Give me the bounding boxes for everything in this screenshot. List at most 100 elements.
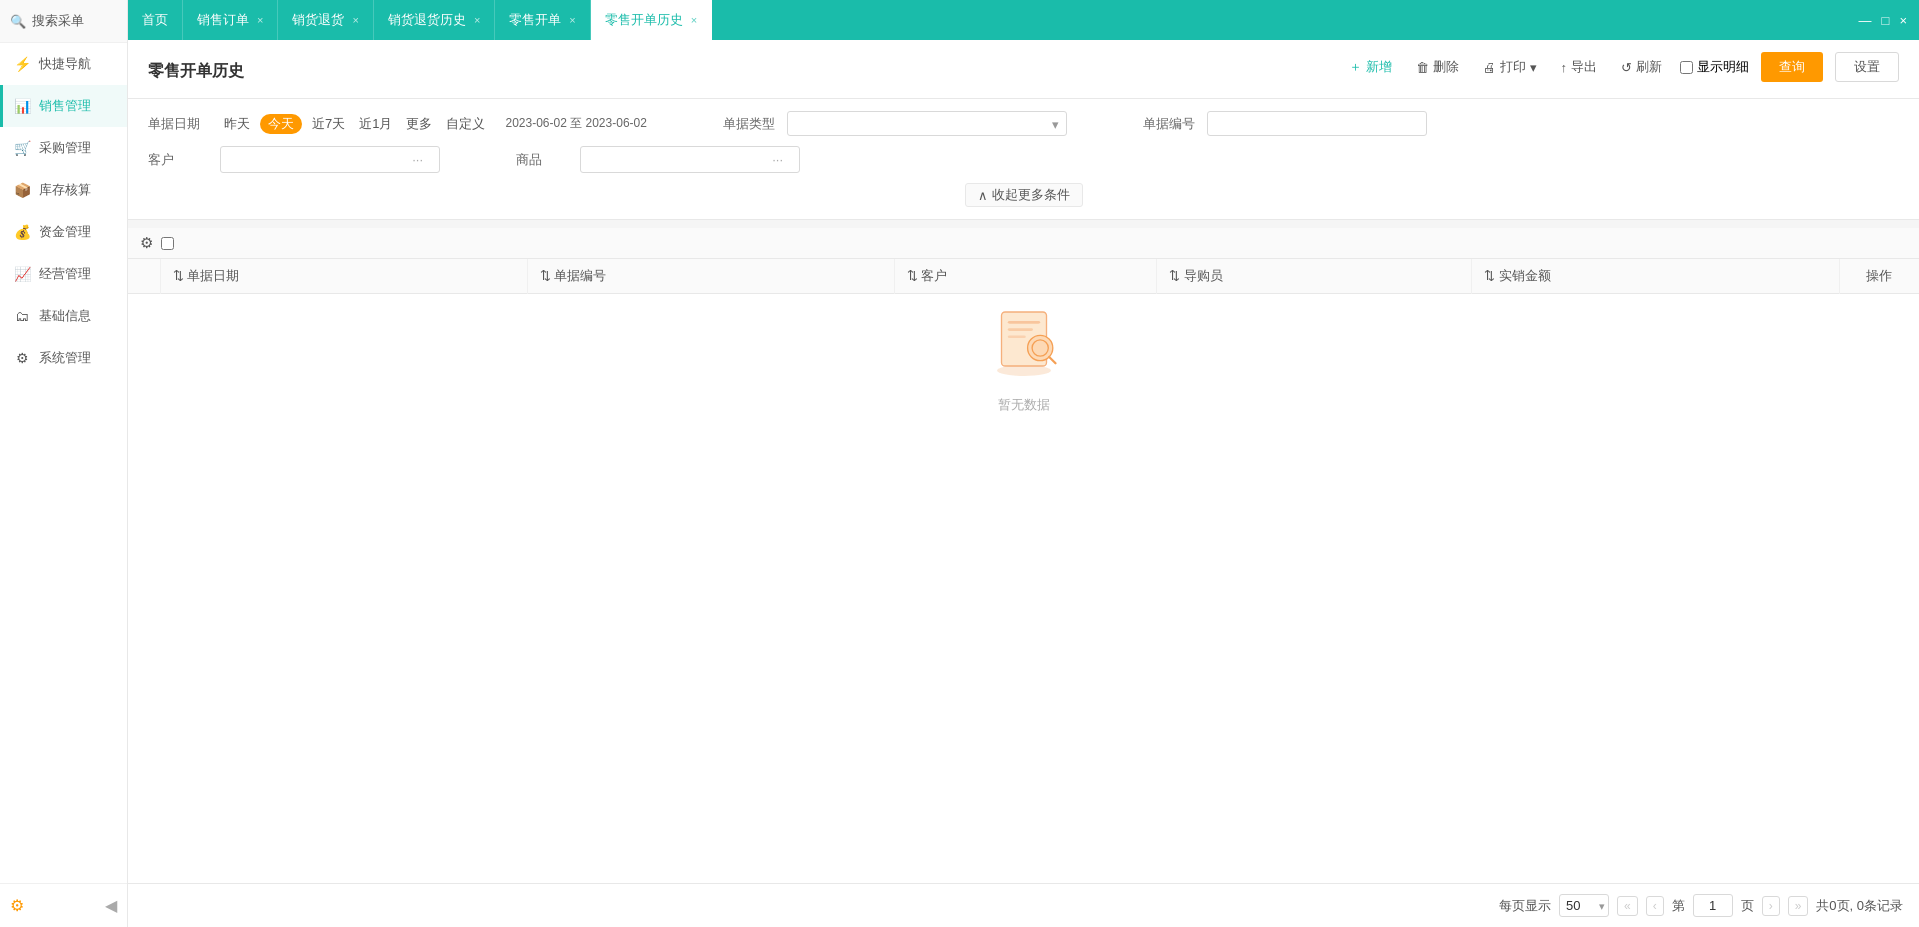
sidebar-bottom: ⚙ ◀ — [0, 883, 127, 927]
sidebar-item-purchase-mgmt[interactable]: 🛒 采购管理 — [0, 127, 127, 169]
tab-retail-open-history-label: 零售开单历史 — [605, 11, 683, 29]
date-opt-last7[interactable]: 近7天 — [308, 113, 349, 135]
print-icon: 🖨 — [1483, 60, 1496, 75]
date-opt-today[interactable]: 今天 — [260, 114, 302, 134]
th-amount[interactable]: ⇅ 实销金额 — [1472, 259, 1839, 294]
delete-label: 删除 — [1433, 58, 1459, 76]
query-button[interactable]: 查询 — [1761, 52, 1823, 82]
print-button[interactable]: 🖨 打印 ▾ — [1477, 54, 1543, 80]
filter-collapse-row: ∧ 收起更多条件 — [148, 183, 1899, 207]
sidebar-item-sales-mgmt[interactable]: 📊 销售管理 — [0, 85, 127, 127]
sidebar-item-inventory[interactable]: 📦 库存核算 — [0, 169, 127, 211]
sidebar-collapse-button[interactable]: ◀ — [105, 896, 117, 915]
sidebar-item-label: 快捷导航 — [39, 55, 91, 73]
first-page-button[interactable]: « — [1617, 896, 1638, 916]
tab-retail-open-close[interactable]: × — [569, 14, 575, 26]
window-min-button[interactable]: — — [1859, 13, 1872, 28]
th-guide[interactable]: ⇅ 导购员 — [1157, 259, 1472, 294]
select-all-checkbox[interactable] — [161, 237, 174, 250]
delete-button[interactable]: 🗑 删除 — [1410, 54, 1465, 80]
type-filter-group: 单据类型 — [723, 111, 1067, 136]
th-customer-label: ⇅ 客户 — [907, 267, 948, 285]
last-page-button[interactable]: » — [1788, 896, 1809, 916]
tab-retail-open-history[interactable]: 零售开单历史 × — [591, 0, 712, 40]
number-filter-label: 单据编号 — [1143, 115, 1199, 133]
sidebar-search-label: 搜索采单 — [32, 12, 84, 30]
sidebar-item-label: 资金管理 — [39, 223, 91, 241]
pagination: 每页显示 50 10 20 100 « ‹ 第 页 › » 共0页, 0条记录 — [128, 883, 1919, 927]
date-opt-custom[interactable]: 自定义 — [442, 113, 489, 135]
th-amount-label: ⇅ 实销金额 — [1484, 267, 1551, 285]
prev-page-button[interactable]: ‹ — [1646, 896, 1664, 916]
page-input[interactable] — [1693, 894, 1733, 917]
sidebar: 🔍 搜索采单 ⚡ 快捷导航 📊 销售管理 🛒 采购管理 📦 库存核算 💰 资金管… — [0, 0, 128, 927]
next-page-button[interactable]: › — [1762, 896, 1780, 916]
display-detail-checkbox[interactable] — [1680, 61, 1693, 74]
number-filter-group: 单据编号 — [1143, 111, 1427, 136]
sidebar-settings-button[interactable]: ⚙ — [10, 896, 24, 915]
tab-sales-order[interactable]: 销售订单 × — [183, 0, 278, 40]
collapse-icon: ∧ — [978, 188, 988, 203]
th-number[interactable]: ⇅ 单据编号 — [527, 259, 894, 294]
window-close-button[interactable]: × — [1899, 13, 1907, 28]
goods-ellipsis-button[interactable]: ··· — [764, 149, 791, 170]
per-page-select[interactable]: 50 10 20 100 — [1559, 894, 1609, 917]
customer-filter-input[interactable] — [229, 150, 400, 169]
tab-sales-return-history-close[interactable]: × — [474, 14, 480, 26]
th-guide-label: ⇅ 导购员 — [1169, 267, 1223, 285]
page-title: 零售开单历史 — [148, 61, 244, 82]
th-number-label: ⇅ 单据编号 — [540, 267, 607, 285]
number-filter-input[interactable] — [1207, 111, 1427, 136]
sidebar-item-label: 采购管理 — [39, 139, 91, 157]
export-button[interactable]: ↑ 导出 — [1555, 54, 1604, 80]
th-customer[interactable]: ⇅ 客户 — [894, 259, 1157, 294]
total-info: 共0页, 0条记录 — [1816, 897, 1903, 915]
tab-retail-open-history-close[interactable]: × — [691, 14, 697, 26]
settings-button[interactable]: 设置 — [1835, 52, 1899, 82]
table-column-settings-icon[interactable]: ⚙ — [140, 234, 153, 252]
finance-icon: 💰 — [13, 224, 31, 240]
tab-home[interactable]: 首页 — [128, 0, 183, 40]
th-date[interactable]: ⇅ 单据日期 — [160, 259, 527, 294]
tab-sales-return-close[interactable]: × — [352, 14, 358, 26]
refresh-button[interactable]: ↺ 刷新 — [1615, 54, 1668, 80]
operations-icon: 📈 — [13, 266, 31, 282]
tab-sales-order-close[interactable]: × — [257, 14, 263, 26]
goods-filter-input[interactable] — [589, 150, 760, 169]
add-button[interactable]: ＋ 新增 — [1343, 54, 1398, 80]
collapse-button[interactable]: ∧ 收起更多条件 — [965, 183, 1083, 207]
sidebar-item-quick-nav[interactable]: ⚡ 快捷导航 — [0, 43, 127, 85]
tab-home-label: 首页 — [142, 11, 168, 29]
svg-line-7 — [1049, 357, 1055, 363]
tab-sales-return-history[interactable]: 销货退货历史 × — [374, 0, 495, 40]
customer-ellipsis-button[interactable]: ··· — [404, 149, 431, 170]
system-icon: ⚙ — [13, 350, 31, 366]
page-suffix-label: 页 — [1741, 897, 1754, 915]
date-opt-yesterday[interactable]: 昨天 — [220, 113, 254, 135]
sidebar-item-system[interactable]: ⚙ 系统管理 — [0, 337, 127, 379]
table-toolbar: ⚙ — [128, 228, 1919, 259]
sidebar-item-label: 库存核算 — [39, 181, 91, 199]
data-table: ⇅ 单据日期 ⇅ 单据编号 ⇅ 客户 — [128, 259, 1919, 294]
per-page-label: 每页显示 — [1499, 897, 1551, 915]
svg-point-0 — [997, 365, 1051, 376]
content-area: 零售开单历史 ＋ 新增 🗑 删除 🖨 打印 ▾ — [128, 40, 1919, 927]
sidebar-item-basic-info[interactable]: 🗂 基础信息 — [0, 295, 127, 337]
export-icon: ↑ — [1561, 60, 1568, 75]
type-select[interactable] — [787, 111, 1067, 136]
window-max-button[interactable]: □ — [1882, 13, 1890, 28]
date-opt-more[interactable]: 更多 — [402, 113, 436, 135]
sidebar-item-finance[interactable]: 💰 资金管理 — [0, 211, 127, 253]
sidebar-item-label: 系统管理 — [39, 349, 91, 367]
svg-rect-4 — [1007, 335, 1025, 338]
table-area: ⚙ ⇅ 单据日期 — [128, 228, 1919, 927]
sidebar-search[interactable]: 🔍 搜索采单 — [0, 0, 127, 43]
tab-sales-return[interactable]: 销货退货 × — [278, 0, 373, 40]
date-opt-last1month[interactable]: 近1月 — [355, 113, 396, 135]
svg-rect-3 — [1007, 328, 1032, 331]
display-detail-toggle[interactable]: 显示明细 — [1680, 58, 1749, 76]
type-select-wrapper — [787, 111, 1067, 136]
sidebar-item-operations[interactable]: 📈 经营管理 — [0, 253, 127, 295]
topbar-right: — □ × — [1847, 13, 1919, 28]
tab-retail-open[interactable]: 零售开单 × — [495, 0, 590, 40]
